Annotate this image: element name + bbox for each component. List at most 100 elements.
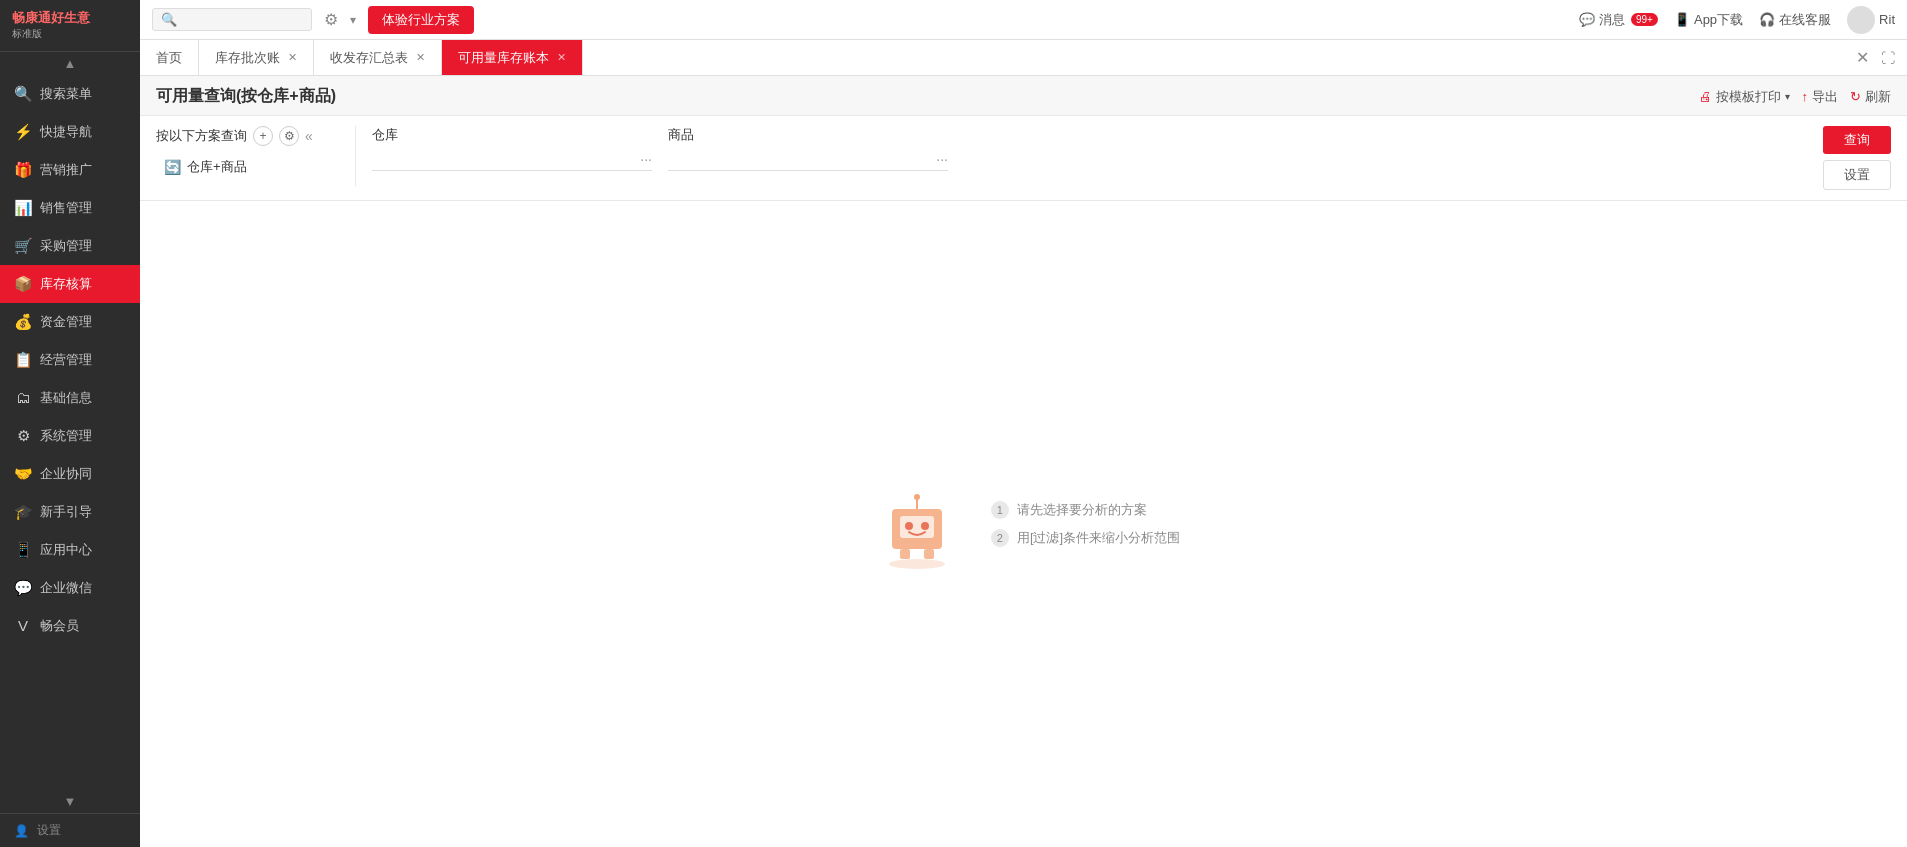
svg-rect-7 <box>924 549 934 559</box>
sidebar-item-wechat[interactable]: 💬 企业微信 <box>0 569 140 607</box>
sidebar: 畅康通好生意 标准版 ▲ 🔍搜索菜单 ⚡ 快捷导航 🎁营销推广📊销售管理🛒采购管理📦库… <box>0 0 140 847</box>
goods-label: 商品 <box>668 126 948 144</box>
message-badge: 99+ <box>1631 13 1658 26</box>
search-icon: 🔍 <box>161 12 177 27</box>
nav-icon-quick-nav: ⚡ <box>14 123 32 141</box>
nav-label-enterprise: 企业协同 <box>40 465 92 483</box>
empty-illustration <box>867 474 967 574</box>
nav-label-operation: 经营管理 <box>40 351 92 369</box>
warehouse-more-btn[interactable]: ··· <box>640 151 652 167</box>
nav-icon-search: 🔍 <box>14 85 32 103</box>
sidebar-item-quick-nav[interactable]: ⚡ 快捷导航 <box>0 113 140 151</box>
message-label: 消息 <box>1599 11 1625 29</box>
user-avatar-area[interactable]: Rit <box>1847 6 1895 34</box>
tabbar-expand-icon[interactable]: ⛶ <box>1877 46 1899 70</box>
tab-batch-ledger-close[interactable]: ✕ <box>288 51 297 64</box>
tab-home[interactable]: 首页 <box>140 40 199 75</box>
sidebar-item-finance[interactable]: 💰资金管理 <box>0 303 140 341</box>
message-btn[interactable]: 💬 消息 99+ <box>1579 11 1658 29</box>
goods-more-btn[interactable]: ··· <box>936 151 948 167</box>
export-action[interactable]: ↑ 导出 <box>1802 88 1839 106</box>
scheme-settings-btn[interactable]: ⚙ <box>279 126 299 146</box>
sidebar-item-marketing[interactable]: 🎁营销推广 <box>0 151 140 189</box>
print-chevron: ▾ <box>1785 91 1790 102</box>
search-box[interactable]: 🔍 <box>152 8 312 31</box>
sidebar-scroll-down[interactable]: ▼ <box>0 790 140 813</box>
filter-right: 仓库 ··· 商品 ··· 查询 设置 <box>356 126 1891 190</box>
export-label: 导出 <box>1812 88 1838 106</box>
sidebar-item-newbie[interactable]: 🎓 新手引导 <box>0 493 140 531</box>
nav-icon-operation: 📋 <box>14 351 32 369</box>
nav-label-wechat: 企业微信 <box>40 579 92 597</box>
topbar-right: 💬 消息 99+ 📱 App下载 🎧 在线客服 Rit <box>1579 6 1895 34</box>
nav-label-newbie: 新手引导 <box>40 503 92 521</box>
sidebar-scroll-up[interactable]: ▲ <box>0 52 140 75</box>
nav-label-sales: 销售管理 <box>40 199 92 217</box>
print-action[interactable]: 🖨 按模板打印 ▾ <box>1699 88 1790 106</box>
scheme-warehouse-goods[interactable]: 🔄 仓库+商品 <box>156 154 343 180</box>
nav-icon-marketing: 🎁 <box>14 161 32 179</box>
nav-label-vip: 畅会员 <box>40 617 79 635</box>
app-icon: 📱 <box>1674 12 1690 27</box>
hint-text-1: 请先选择要分析的方案 <box>1017 501 1147 519</box>
svg-point-5 <box>914 494 920 500</box>
filter-scheme-title: 按以下方案查询 <box>156 127 247 145</box>
warehouse-label: 仓库 <box>372 126 652 144</box>
hint-number-2: 2 <box>991 529 1009 547</box>
goods-input-row: ··· <box>668 148 948 171</box>
app-download-btn[interactable]: 📱 App下载 <box>1674 11 1743 29</box>
sidebar-item-enterprise[interactable]: 🤝 企业协同 <box>0 455 140 493</box>
sidebar-footer: 👤 设置 <box>0 813 140 847</box>
nav-label-app-center: 应用中心 <box>40 541 92 559</box>
scheme-add-btn[interactable]: + <box>253 126 273 146</box>
sidebar-item-purchase[interactable]: 🛒采购管理 <box>0 227 140 265</box>
refresh-icon: ↻ <box>1850 89 1861 104</box>
sidebar-item-basic[interactable]: 🗂基础信息 <box>0 379 140 417</box>
query-button[interactable]: 查询 <box>1823 126 1891 154</box>
tab-collect-ledger[interactable]: 收发存汇总表 ✕ <box>314 40 442 75</box>
online-service-btn[interactable]: 🎧 在线客服 <box>1759 11 1831 29</box>
filter-scheme-header: 按以下方案查询 + ⚙ « <box>156 126 343 146</box>
svg-point-3 <box>921 522 929 530</box>
tab-available-ledger-label: 可用量库存账本 <box>458 49 549 67</box>
topbar: 🔍 ⚙ ▾ 体验行业方案 💬 消息 99+ 📱 App下载 🎧 在线客服 Rit <box>140 0 1907 40</box>
filter-panel: 按以下方案查询 + ⚙ « 🔄 仓库+商品 仓库 ··· <box>140 116 1907 201</box>
sidebar-header: 畅康通好生意 标准版 <box>0 0 140 52</box>
nav-label-quick-nav: 快捷导航 <box>40 123 92 141</box>
sidebar-item-vip[interactable]: V畅会员 <box>0 607 140 645</box>
sidebar-item-system[interactable]: ⚙系统管理 <box>0 417 140 455</box>
tabbar-actions: ✕ ⛶ <box>1852 44 1907 71</box>
nav-icon-enterprise: 🤝 <box>14 465 32 483</box>
sidebar-item-sales[interactable]: 📊销售管理 <box>0 189 140 227</box>
gear-icon[interactable]: ⚙ <box>320 6 342 33</box>
tabbar-close-icon[interactable]: ✕ <box>1852 44 1873 71</box>
settings-button[interactable]: 设置 <box>1823 160 1891 190</box>
refresh-action[interactable]: ↻ 刷新 <box>1850 88 1891 106</box>
scheme-collapse-btn[interactable]: « <box>305 128 313 144</box>
service-icon: 🎧 <box>1759 12 1775 27</box>
tab-batch-ledger[interactable]: 库存批次账 ✕ <box>199 40 314 75</box>
warehouse-input[interactable] <box>372 152 632 167</box>
search-input[interactable] <box>181 13 301 27</box>
scheme-label: 仓库+商品 <box>187 158 247 176</box>
nav-label-basic: 基础信息 <box>40 389 92 407</box>
sidebar-item-app-center[interactable]: 📱应用中心 <box>0 531 140 569</box>
scheme-icon: 🔄 <box>164 159 181 175</box>
trial-button[interactable]: 体验行业方案 <box>368 6 474 34</box>
sidebar-item-inventory[interactable]: 📦库存核算 <box>0 265 140 303</box>
nav-icon-wechat: 💬 <box>14 579 32 597</box>
nav-icon-newbie: 🎓 <box>14 503 32 521</box>
tab-available-ledger-close[interactable]: ✕ <box>557 51 566 64</box>
sidebar-item-operation[interactable]: 📋 经营管理 <box>0 341 140 379</box>
hint-text-2: 用[过滤]条件来缩小分析范围 <box>1017 529 1180 547</box>
tab-collect-ledger-close[interactable]: ✕ <box>416 51 425 64</box>
empty-text-area: 1 请先选择要分析的方案 2 用[过滤]条件来缩小分析范围 <box>991 501 1180 547</box>
sidebar-item-search[interactable]: 🔍搜索菜单 <box>0 75 140 113</box>
brand-version: 标准版 <box>12 27 128 41</box>
goods-input[interactable] <box>668 152 928 167</box>
nav-icon-purchase: 🛒 <box>14 237 32 255</box>
tab-available-ledger[interactable]: 可用量库存账本 ✕ <box>442 40 583 75</box>
svg-point-2 <box>905 522 913 530</box>
page-actions: 🖨 按模板打印 ▾ ↑ 导出 ↻ 刷新 <box>1699 88 1892 106</box>
chevron-down-icon[interactable]: ▾ <box>350 13 356 27</box>
